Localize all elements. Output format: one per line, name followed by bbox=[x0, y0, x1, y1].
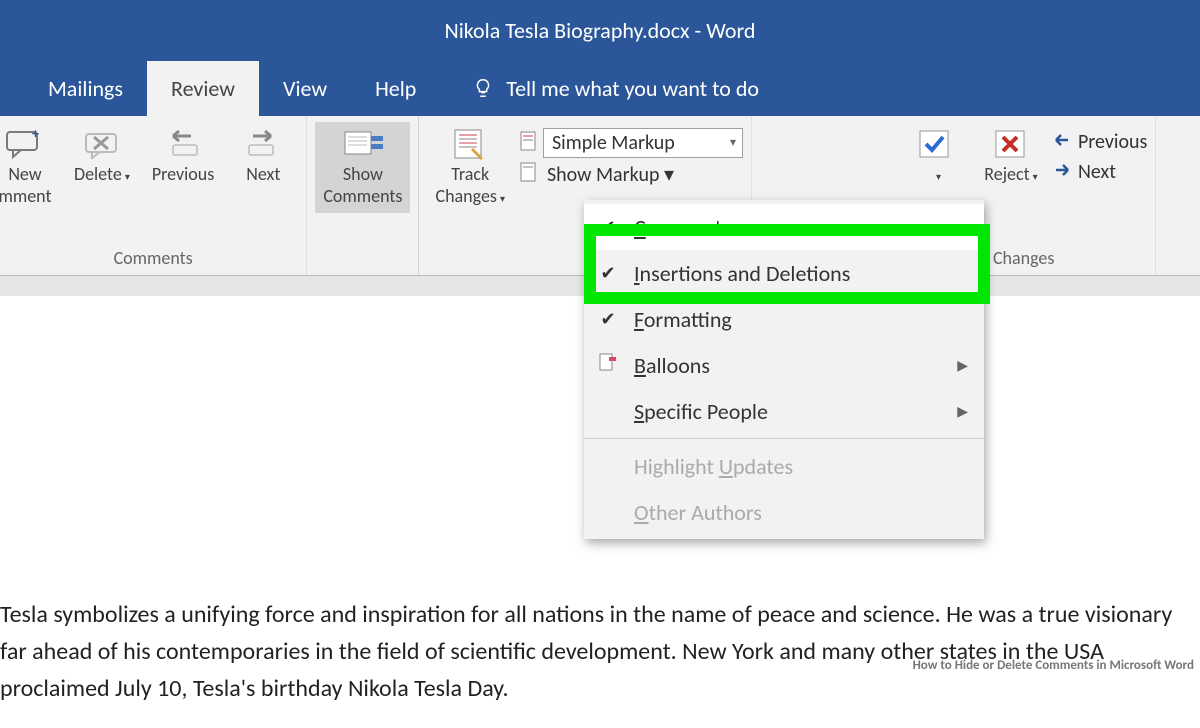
group-show-comments: Show Comments bbox=[307, 116, 419, 275]
menu-other-authors: Other Authors bbox=[584, 489, 984, 535]
menu-highlight-updates: Highlight Updates bbox=[584, 443, 984, 489]
lightbulb-icon bbox=[472, 77, 494, 99]
menu-insertions-deletions[interactable]: ✔ Insertions and Deletions bbox=[584, 250, 984, 296]
group-comments: + New mment Delete▾ Previous N bbox=[0, 116, 307, 275]
show-comments-icon bbox=[343, 128, 383, 160]
previous-change-button[interactable]: Previous bbox=[1052, 130, 1147, 154]
show-comments-label: Show Comments bbox=[323, 164, 402, 207]
check-icon: ✔ bbox=[596, 262, 620, 284]
tab-mailings[interactable]: Mailings bbox=[24, 61, 147, 116]
reject-label: Reject▾ bbox=[984, 164, 1037, 186]
svg-text:+: + bbox=[32, 129, 39, 142]
menu-formatting[interactable]: ✔ Formatting bbox=[584, 296, 984, 342]
menu-comments[interactable]: ✔ CCommentsomments bbox=[584, 204, 984, 250]
next-comment-label: Next bbox=[246, 164, 280, 186]
delete-comment-button[interactable]: Delete▾ bbox=[66, 122, 138, 192]
title-bar: Nikola Tesla Biography.docx - Word bbox=[0, 0, 1200, 60]
accept-icon bbox=[915, 128, 955, 160]
watermark-text: How to Hide or Delete Comments in Micros… bbox=[913, 658, 1194, 673]
track-changes-icon bbox=[450, 128, 490, 160]
balloons-icon bbox=[596, 352, 620, 379]
tell-me-label: Tell me what you want to do bbox=[506, 75, 759, 102]
new-comment-label: New mment bbox=[0, 164, 52, 207]
reject-icon bbox=[991, 128, 1031, 160]
previous-change-icon bbox=[1052, 130, 1072, 154]
previous-comment-button[interactable]: Previous bbox=[144, 122, 222, 192]
previous-comment-label: Previous bbox=[152, 164, 214, 186]
previous-comment-icon bbox=[163, 128, 203, 160]
show-comments-button[interactable]: Show Comments bbox=[315, 122, 410, 213]
document-title: Nikola Tesla Biography.docx - Word bbox=[445, 17, 756, 44]
ribbon-tabs: Mailings Review View Help Tell me what y… bbox=[0, 60, 1200, 116]
tab-view[interactable]: View bbox=[259, 61, 351, 116]
display-for-review-icon bbox=[519, 130, 539, 157]
accept-button[interactable]: ▾ bbox=[900, 122, 970, 192]
show-markup-button[interactable]: Show Markup ▾ bbox=[543, 160, 678, 189]
delete-comment-icon bbox=[82, 128, 122, 160]
menu-specific-people[interactable]: Specific People ▶ bbox=[584, 388, 984, 434]
next-comment-button[interactable]: Next bbox=[228, 122, 298, 192]
submenu-arrow-icon: ▶ bbox=[957, 403, 968, 420]
show-markup-menu: ✔ CCommentsomments ✔ Insertions and Dele… bbox=[584, 200, 984, 539]
display-for-review-combo[interactable]: Simple Markup bbox=[543, 128, 743, 158]
menu-balloons[interactable]: Balloons ▶ bbox=[584, 342, 984, 388]
check-icon: ✔ bbox=[596, 308, 620, 330]
next-comment-icon bbox=[243, 128, 283, 160]
tab-review[interactable]: Review bbox=[147, 61, 259, 116]
delete-comment-label: Delete▾ bbox=[74, 164, 130, 186]
group-changes-label: Changes bbox=[993, 247, 1054, 271]
new-comment-icon: + bbox=[5, 128, 45, 160]
next-change-button[interactable]: Next bbox=[1052, 160, 1147, 184]
tab-help[interactable]: Help bbox=[351, 61, 440, 116]
reject-button[interactable]: Reject▾ bbox=[976, 122, 1046, 192]
new-comment-button[interactable]: + New mment bbox=[0, 122, 60, 213]
next-change-icon bbox=[1052, 160, 1072, 184]
tell-me[interactable]: Tell me what you want to do bbox=[448, 61, 783, 116]
group-comments-label: Comments bbox=[114, 247, 193, 271]
check-icon: ✔ bbox=[596, 216, 620, 238]
track-changes-button[interactable]: Track Changes▾ bbox=[427, 122, 512, 213]
submenu-arrow-icon: ▶ bbox=[957, 357, 968, 374]
show-markup-icon bbox=[519, 161, 539, 188]
track-changes-label: Track Changes▾ bbox=[435, 164, 504, 207]
